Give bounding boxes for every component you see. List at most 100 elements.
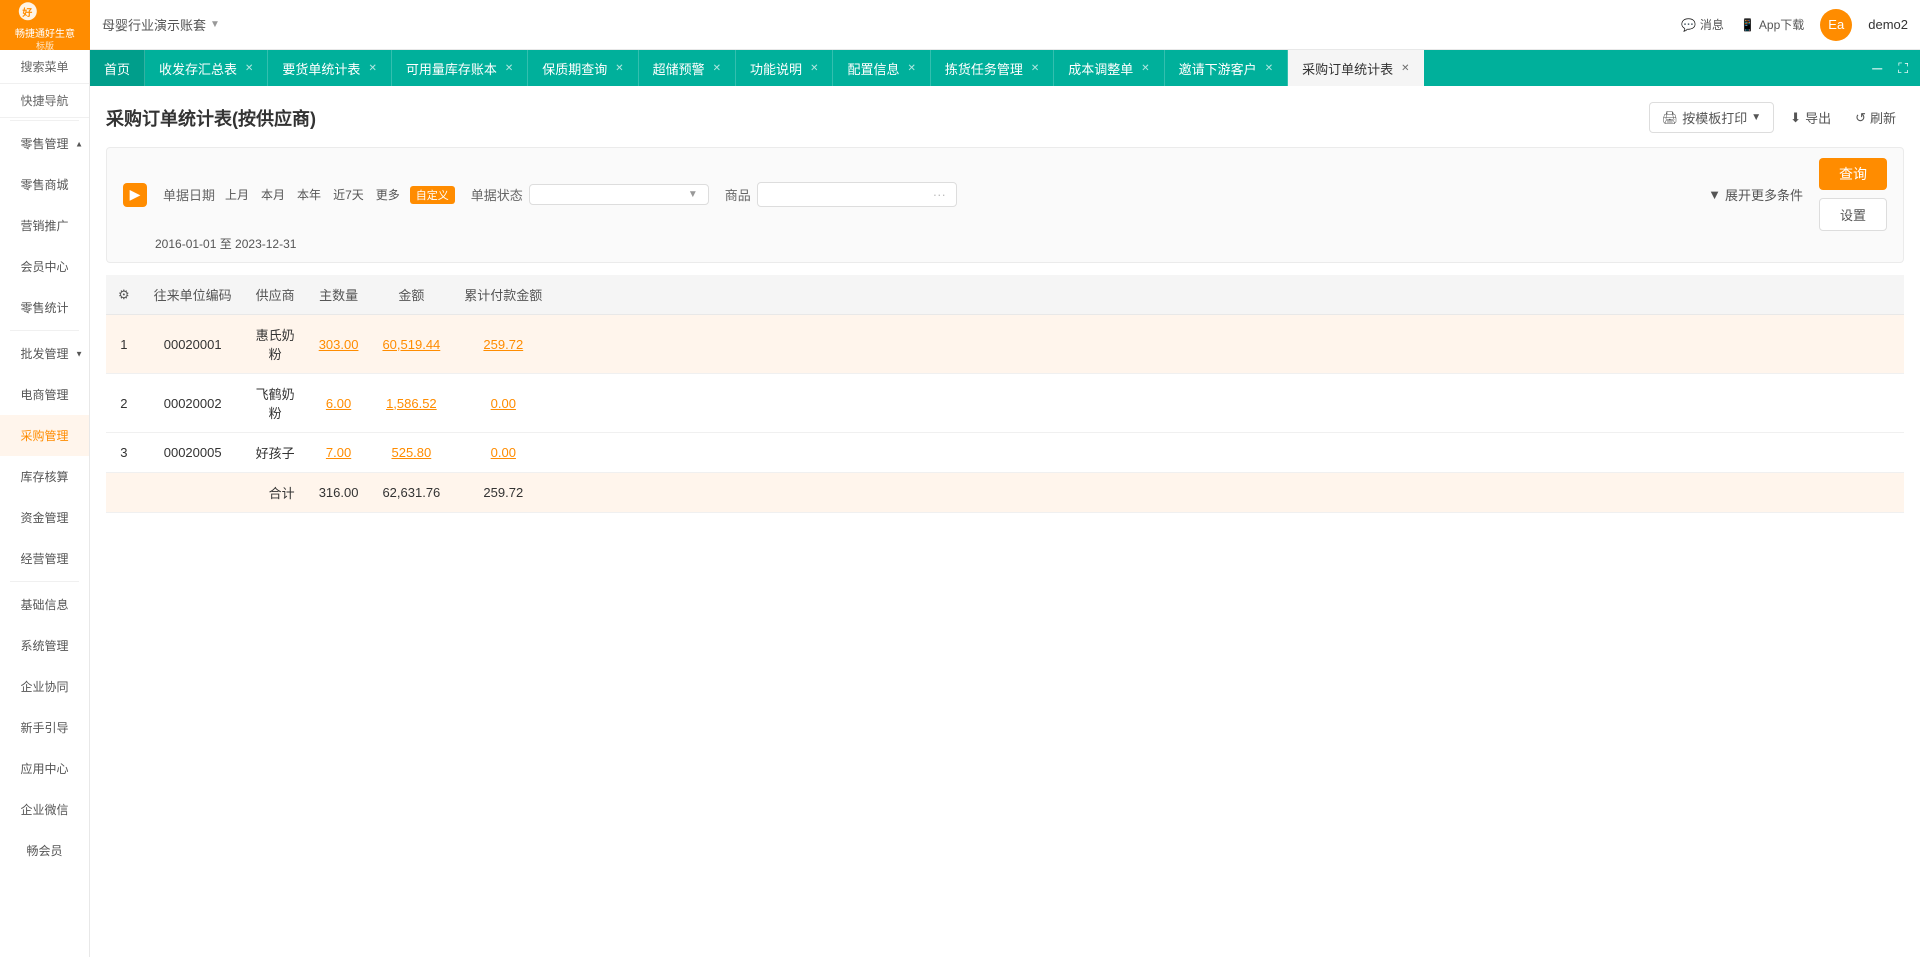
- sidebar-item-vip[interactable]: 畅会员: [0, 830, 89, 871]
- user-avatar[interactable]: Ea: [1820, 9, 1852, 41]
- row-2-paid-link[interactable]: 0.00: [491, 396, 516, 411]
- filter-shortcut-last-month[interactable]: 上月: [221, 184, 253, 205]
- filter-goods-group: 商品 ···: [725, 182, 957, 207]
- sidebar-item-wholesale[interactable]: 批发管理: [0, 333, 89, 374]
- filter-custom-tag[interactable]: 自定义: [410, 186, 455, 204]
- topbar-app-download[interactable]: 📱 App下载: [1740, 16, 1804, 33]
- row-2-paid[interactable]: 0.00: [452, 374, 554, 433]
- tab-overstock-warning[interactable]: 超储预警 ✕: [639, 50, 736, 86]
- tab-overstock-warning-close[interactable]: ✕: [713, 63, 721, 74]
- col-code-header: 往来单位编码: [142, 275, 244, 315]
- sidebar-item-retail[interactable]: 零售管理: [0, 123, 89, 164]
- tab-available-inventory[interactable]: 可用量库存账本 ✕: [392, 50, 528, 86]
- tab-config-info[interactable]: 配置信息 ✕: [833, 50, 930, 86]
- sidebar-item-marketing[interactable]: 营销推广: [0, 205, 89, 246]
- app-logo[interactable]: 好 畅捷通好生意 标版: [0, 0, 90, 50]
- row-3-amount[interactable]: 525.80: [370, 433, 452, 473]
- tab-home[interactable]: 首页: [90, 50, 145, 86]
- filter-shortcut-this-month[interactable]: 本月: [257, 184, 289, 205]
- workspace-selector[interactable]: 母婴行业演示账套 ▼: [102, 15, 220, 34]
- tab-config-info-label: 配置信息: [847, 59, 899, 78]
- tab-receive-summary[interactable]: 收发存汇总表 ✕: [145, 50, 268, 86]
- sidebar-item-member[interactable]: 会员中心: [0, 246, 89, 287]
- tab-requisition-summary-close[interactable]: ✕: [368, 63, 376, 74]
- tab-expiry-query[interactable]: 保质期查询 ✕: [528, 50, 638, 86]
- tab-cost-adjust[interactable]: 成本调整单 ✕: [1054, 50, 1164, 86]
- sidebar-item-collab[interactable]: 企业协同: [0, 666, 89, 707]
- sidebar-search[interactable]: 搜索菜单: [0, 50, 89, 84]
- message-icon: 💬: [1681, 18, 1696, 32]
- tab-function-desc[interactable]: 功能说明 ✕: [736, 50, 833, 86]
- row-3-amount-link[interactable]: 525.80: [391, 445, 431, 460]
- filter-goods-input[interactable]: ···: [757, 182, 957, 207]
- row-2-qty-link[interactable]: 6.00: [326, 396, 351, 411]
- query-button[interactable]: 查询: [1819, 158, 1887, 190]
- tab-receive-summary-close[interactable]: ✕: [245, 63, 253, 74]
- sidebar-item-operation[interactable]: 经营管理: [0, 538, 89, 579]
- tab-picking-task[interactable]: 拣货任务管理 ✕: [931, 50, 1054, 86]
- sidebar-item-retail-stat[interactable]: 零售统计: [0, 287, 89, 328]
- row-3-qty[interactable]: 7.00: [307, 433, 371, 473]
- sidebar-item-wechat[interactable]: 企业微信: [0, 789, 89, 830]
- filter-status-label: 单据状态: [471, 185, 523, 204]
- tab-cost-adjust-close[interactable]: ✕: [1141, 63, 1149, 74]
- filter-status-select[interactable]: ▼: [529, 184, 709, 205]
- row-2-amount[interactable]: 1,586.52: [370, 374, 452, 433]
- message-label: 消息: [1700, 16, 1724, 33]
- filter-shortcut-this-year[interactable]: 本年: [293, 184, 325, 205]
- sidebar-item-basic[interactable]: 基础信息: [0, 584, 89, 625]
- filter-shortcut-more[interactable]: 更多: [372, 184, 404, 205]
- row-1-supplier: 惠氏奶粉: [244, 315, 307, 374]
- sidebar-item-system[interactable]: 系统管理: [0, 625, 89, 666]
- sidebar-item-purchase[interactable]: 采购管理: [0, 415, 89, 456]
- export-label: 导出: [1805, 108, 1831, 127]
- tab-minimize-icon[interactable]: ─: [1868, 56, 1886, 80]
- refresh-button[interactable]: ↺ 刷新: [1847, 103, 1904, 132]
- row-3-paid-link[interactable]: 0.00: [491, 445, 516, 460]
- row-1-paid[interactable]: 259.72: [452, 315, 554, 374]
- sidebar-item-finance[interactable]: 资金管理: [0, 497, 89, 538]
- sidebar-item-ecom[interactable]: 电商管理: [0, 374, 89, 415]
- row-1-paid-link[interactable]: 259.72: [483, 337, 523, 352]
- filter-bar: ▶ 单据日期 上月 本月 本年 近7天 更多 自定义 单据状态: [106, 147, 1904, 263]
- row-3-paid[interactable]: 0.00: [452, 433, 554, 473]
- filter-date-group: 单据日期 上月 本月 本年 近7天 更多 自定义: [163, 184, 455, 205]
- tab-config-info-close[interactable]: ✕: [907, 63, 915, 74]
- sidebar-item-inventory[interactable]: 库存核算: [0, 456, 89, 497]
- export-button[interactable]: ⬇ 导出: [1782, 103, 1839, 132]
- tab-maximize-icon[interactable]: ⛶: [1894, 56, 1912, 81]
- sidebar-item-appstore[interactable]: 应用中心: [0, 748, 89, 789]
- sidebar-item-guide[interactable]: 新手引导: [0, 707, 89, 748]
- tab-available-inventory-close[interactable]: ✕: [505, 63, 513, 74]
- tab-purchase-summary[interactable]: 采购订单统计表 ✕: [1288, 50, 1424, 86]
- footer-label: 合计: [142, 473, 307, 513]
- filter-toggle-button[interactable]: ▶: [123, 183, 147, 207]
- tab-requisition-summary[interactable]: 要货单统计表 ✕: [268, 50, 391, 86]
- sidebar-shortcut[interactable]: 快捷导航: [0, 84, 89, 118]
- settings-button[interactable]: 设置: [1819, 198, 1887, 231]
- row-1-amount[interactable]: 60,519.44: [370, 315, 452, 374]
- table-settings-icon[interactable]: ⚙: [118, 287, 130, 302]
- sidebar-item-retail-shop[interactable]: 零售商城: [0, 164, 89, 205]
- row-2-amount-link[interactable]: 1,586.52: [386, 396, 437, 411]
- topbar-message[interactable]: 💬 消息: [1681, 16, 1724, 33]
- tab-purchase-summary-close[interactable]: ✕: [1401, 63, 1409, 74]
- tab-expiry-query-label: 保质期查询: [542, 59, 607, 78]
- tab-invite-downstream-close[interactable]: ✕: [1265, 63, 1273, 74]
- row-1-qty[interactable]: 303.00: [307, 315, 371, 374]
- print-button[interactable]: 🖨 按模板打印 ▼: [1649, 102, 1774, 133]
- tab-expiry-query-close[interactable]: ✕: [615, 63, 623, 74]
- tab-invite-downstream[interactable]: 邀请下游客户 ✕: [1165, 50, 1288, 86]
- filter-shortcut-7days[interactable]: 近7天: [329, 184, 368, 205]
- tab-function-desc-close[interactable]: ✕: [810, 63, 818, 74]
- tab-picking-task-close[interactable]: ✕: [1031, 63, 1039, 74]
- col-extra: [554, 275, 1904, 315]
- row-1-amount-link[interactable]: 60,519.44: [382, 337, 440, 352]
- row-3-qty-link[interactable]: 7.00: [326, 445, 351, 460]
- filter-expand-button[interactable]: ▼ 展开更多条件: [1708, 185, 1803, 204]
- row-1-qty-link[interactable]: 303.00: [319, 337, 359, 352]
- footer-paid: 259.72: [452, 473, 554, 513]
- row-2-qty[interactable]: 6.00: [307, 374, 371, 433]
- username-label[interactable]: demo2: [1868, 17, 1908, 32]
- tabbar-actions: ─ ⛶: [1868, 56, 1920, 81]
